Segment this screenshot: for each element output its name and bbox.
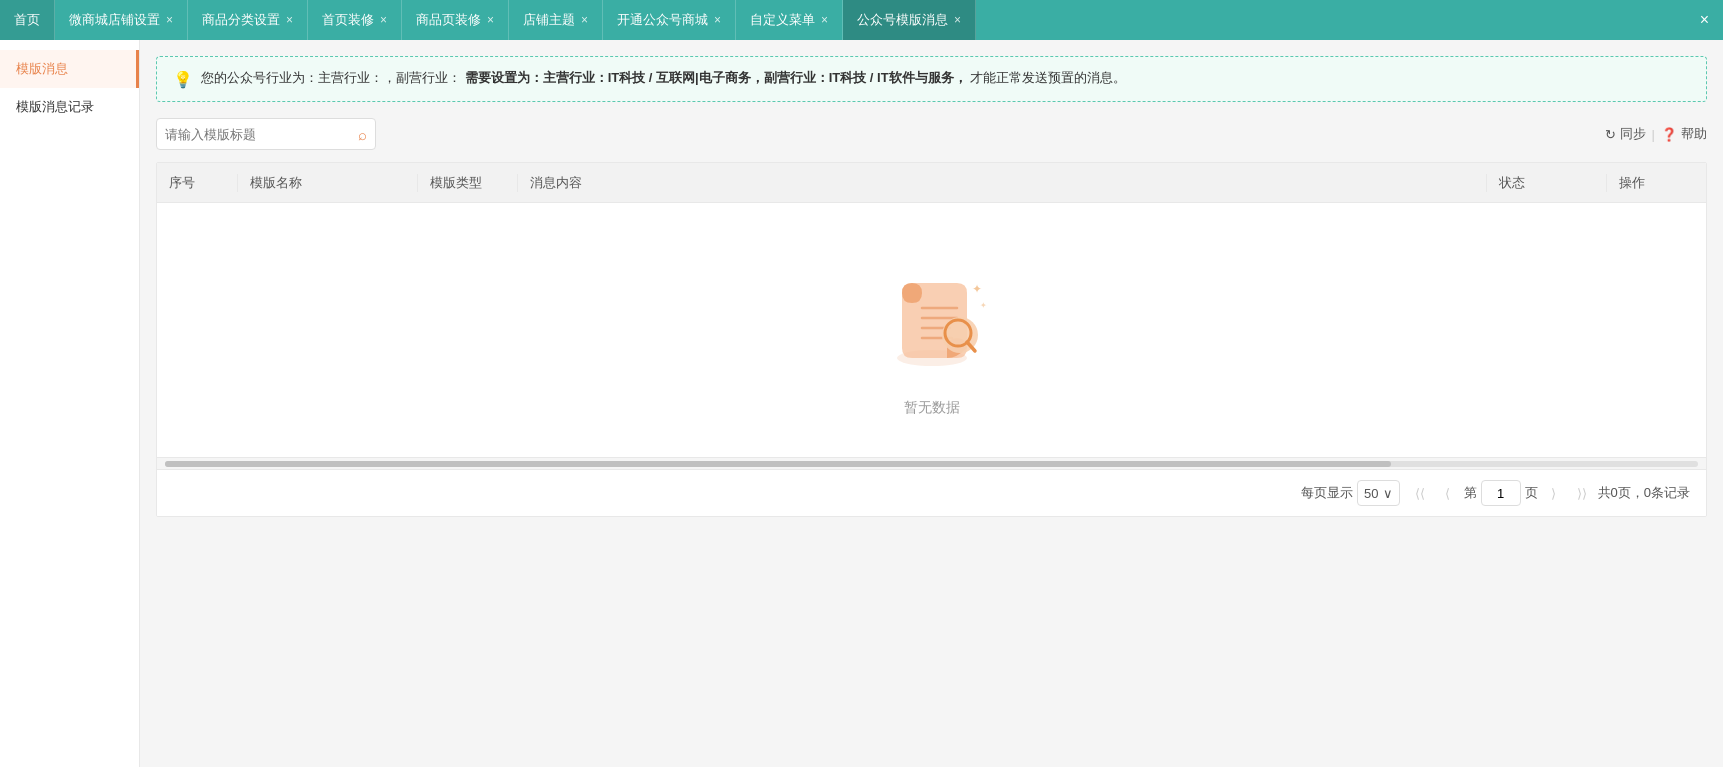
- sync-label: 同步: [1620, 125, 1646, 143]
- search-bar: ⌕ ↻ 同步 | ❓ 帮助: [156, 118, 1707, 150]
- nav-tab-shop-settings-close[interactable]: ×: [166, 13, 173, 27]
- nav-tab-open-mall[interactable]: 开通公众号商城 ×: [603, 0, 736, 40]
- th-type: 模版类型: [417, 174, 517, 192]
- table-header: 序号 模版名称 模版类型 消息内容 状态 操作: [157, 163, 1706, 203]
- th-content: 消息内容: [517, 174, 1486, 192]
- help-button[interactable]: ❓ 帮助: [1661, 125, 1707, 143]
- nav-tab-shop-settings-label: 微商城店铺设置: [69, 11, 160, 29]
- nav-tab-category-label: 商品分类设置: [202, 11, 280, 29]
- close-all-button[interactable]: ×: [1686, 0, 1723, 40]
- chevron-down-icon: ∨: [1383, 486, 1393, 501]
- last-page-button[interactable]: ⟩⟩: [1570, 481, 1594, 505]
- notice-suffix: 才能正常发送预置的消息。: [970, 70, 1126, 85]
- nav-tab-open-mall-label: 开通公众号商城: [617, 11, 708, 29]
- page-size-dropdown[interactable]: 50 ∨: [1357, 480, 1399, 506]
- total-label: 共0页，0条记录: [1598, 484, 1690, 502]
- nav-tab-product-close[interactable]: ×: [487, 13, 494, 27]
- notice-banner: 💡 您的公众号行业为：主营行业：，副营行业： 需要设置为：主营行业：IT科技 /…: [156, 56, 1707, 102]
- nav-tab-theme-label: 店铺主题: [523, 11, 575, 29]
- sidebar-item-template-record[interactable]: 模版消息记录: [0, 88, 139, 126]
- sidebar: 模版消息 模版消息记录: [0, 40, 140, 767]
- nav-tab-home[interactable]: 首页: [0, 0, 55, 40]
- notice-highlight: 需要设置为：主营行业：IT科技 / 互联网|电子商务，副营行业：IT科技 / I…: [465, 70, 967, 85]
- sync-icon: ↻: [1605, 127, 1616, 142]
- nav-tab-category[interactable]: 商品分类设置 ×: [188, 0, 308, 40]
- nav-tab-menu-label: 自定义菜单: [750, 11, 815, 29]
- th-status: 状态: [1486, 174, 1606, 192]
- nav-tab-theme[interactable]: 店铺主题 ×: [509, 0, 603, 40]
- nav-tab-menu[interactable]: 自定义菜单 ×: [736, 0, 843, 40]
- search-input-wrap: ⌕: [156, 118, 376, 150]
- nav-tab-open-mall-close[interactable]: ×: [714, 13, 721, 27]
- nav-tab-product-label: 商品页装修: [416, 11, 481, 29]
- nav-tab-template-msg-label: 公众号模版消息: [857, 11, 948, 29]
- sidebar-item-template-msg[interactable]: 模版消息: [0, 50, 139, 88]
- nav-tab-homepage[interactable]: 首页装修 ×: [308, 0, 402, 40]
- current-page-input[interactable]: [1481, 480, 1521, 506]
- search-icon[interactable]: ⌕: [358, 126, 367, 143]
- help-circle-icon: ❓: [1661, 127, 1677, 142]
- th-name: 模版名称: [237, 174, 417, 192]
- nav-tab-theme-close[interactable]: ×: [581, 13, 588, 27]
- toolbar-right: ↻ 同步 | ❓ 帮助: [1605, 125, 1707, 143]
- empty-text: 暂无数据: [904, 399, 960, 417]
- svg-text:✦: ✦: [972, 282, 982, 296]
- page-prefix-label: 第: [1464, 484, 1477, 502]
- page-size-select: 每页显示 50 ∨: [1301, 480, 1399, 506]
- nav-tab-menu-close[interactable]: ×: [821, 13, 828, 27]
- pagination: 每页显示 50 ∨ ⟨⟨ ⟨ 第 页 ⟩ ⟩⟩ 共0页，0条记录: [157, 469, 1706, 516]
- nav-tab-home-label: 首页: [14, 11, 40, 29]
- nav-tab-product[interactable]: 商品页装修 ×: [402, 0, 509, 40]
- horizontal-scrollbar[interactable]: [157, 457, 1706, 469]
- first-page-button[interactable]: ⟨⟨: [1408, 481, 1432, 505]
- page-size-label: 每页显示: [1301, 484, 1353, 502]
- prev-page-button[interactable]: ⟨: [1436, 481, 1460, 505]
- empty-state: ✦ ✦ 暂无数据: [157, 203, 1706, 457]
- page-size-value: 50: [1364, 486, 1378, 501]
- notice-prefix: 您的公众号行业为：主营行业：，副营行业：: [201, 70, 461, 85]
- next-page-button[interactable]: ⟩: [1542, 481, 1566, 505]
- scrollbar-thumb[interactable]: [165, 461, 1391, 467]
- th-action: 操作: [1606, 174, 1706, 192]
- nav-tab-shop-settings[interactable]: 微商城店铺设置 ×: [55, 0, 188, 40]
- divider: |: [1652, 127, 1655, 142]
- data-table: 序号 模版名称 模版类型 消息内容 状态 操作: [156, 162, 1707, 517]
- content-area: 💡 您的公众号行业为：主营行业：，副营行业： 需要设置为：主营行业：IT科技 /…: [140, 40, 1723, 767]
- nav-tab-template-msg-close[interactable]: ×: [954, 13, 961, 27]
- sidebar-item-template-record-label: 模版消息记录: [16, 99, 94, 114]
- nav-tab-category-close[interactable]: ×: [286, 13, 293, 27]
- scrollbar-track: [165, 461, 1698, 467]
- page-navigation: ⟨⟨ ⟨ 第 页 ⟩ ⟩⟩ 共0页，0条记录: [1408, 480, 1690, 506]
- th-seq: 序号: [157, 174, 237, 192]
- main-layout: 模版消息 模版消息记录 💡 您的公众号行业为：主营行业：，副营行业： 需要设置为…: [0, 40, 1723, 767]
- nav-tab-homepage-label: 首页装修: [322, 11, 374, 29]
- sidebar-item-template-msg-label: 模版消息: [16, 61, 68, 76]
- svg-text:✦: ✦: [980, 301, 987, 310]
- search-input[interactable]: [165, 127, 358, 142]
- notice-icon: 💡: [173, 70, 193, 89]
- sync-button[interactable]: ↻ 同步: [1605, 125, 1646, 143]
- nav-tab-homepage-close[interactable]: ×: [380, 13, 387, 27]
- empty-illustration: ✦ ✦: [872, 263, 992, 383]
- nav-tab-template-msg[interactable]: 公众号模版消息 ×: [843, 0, 976, 40]
- help-label: 帮助: [1681, 125, 1707, 143]
- top-nav: 首页 微商城店铺设置 × 商品分类设置 × 首页装修 × 商品页装修 × 店铺主…: [0, 0, 1723, 40]
- page-suffix-label: 页: [1525, 484, 1538, 502]
